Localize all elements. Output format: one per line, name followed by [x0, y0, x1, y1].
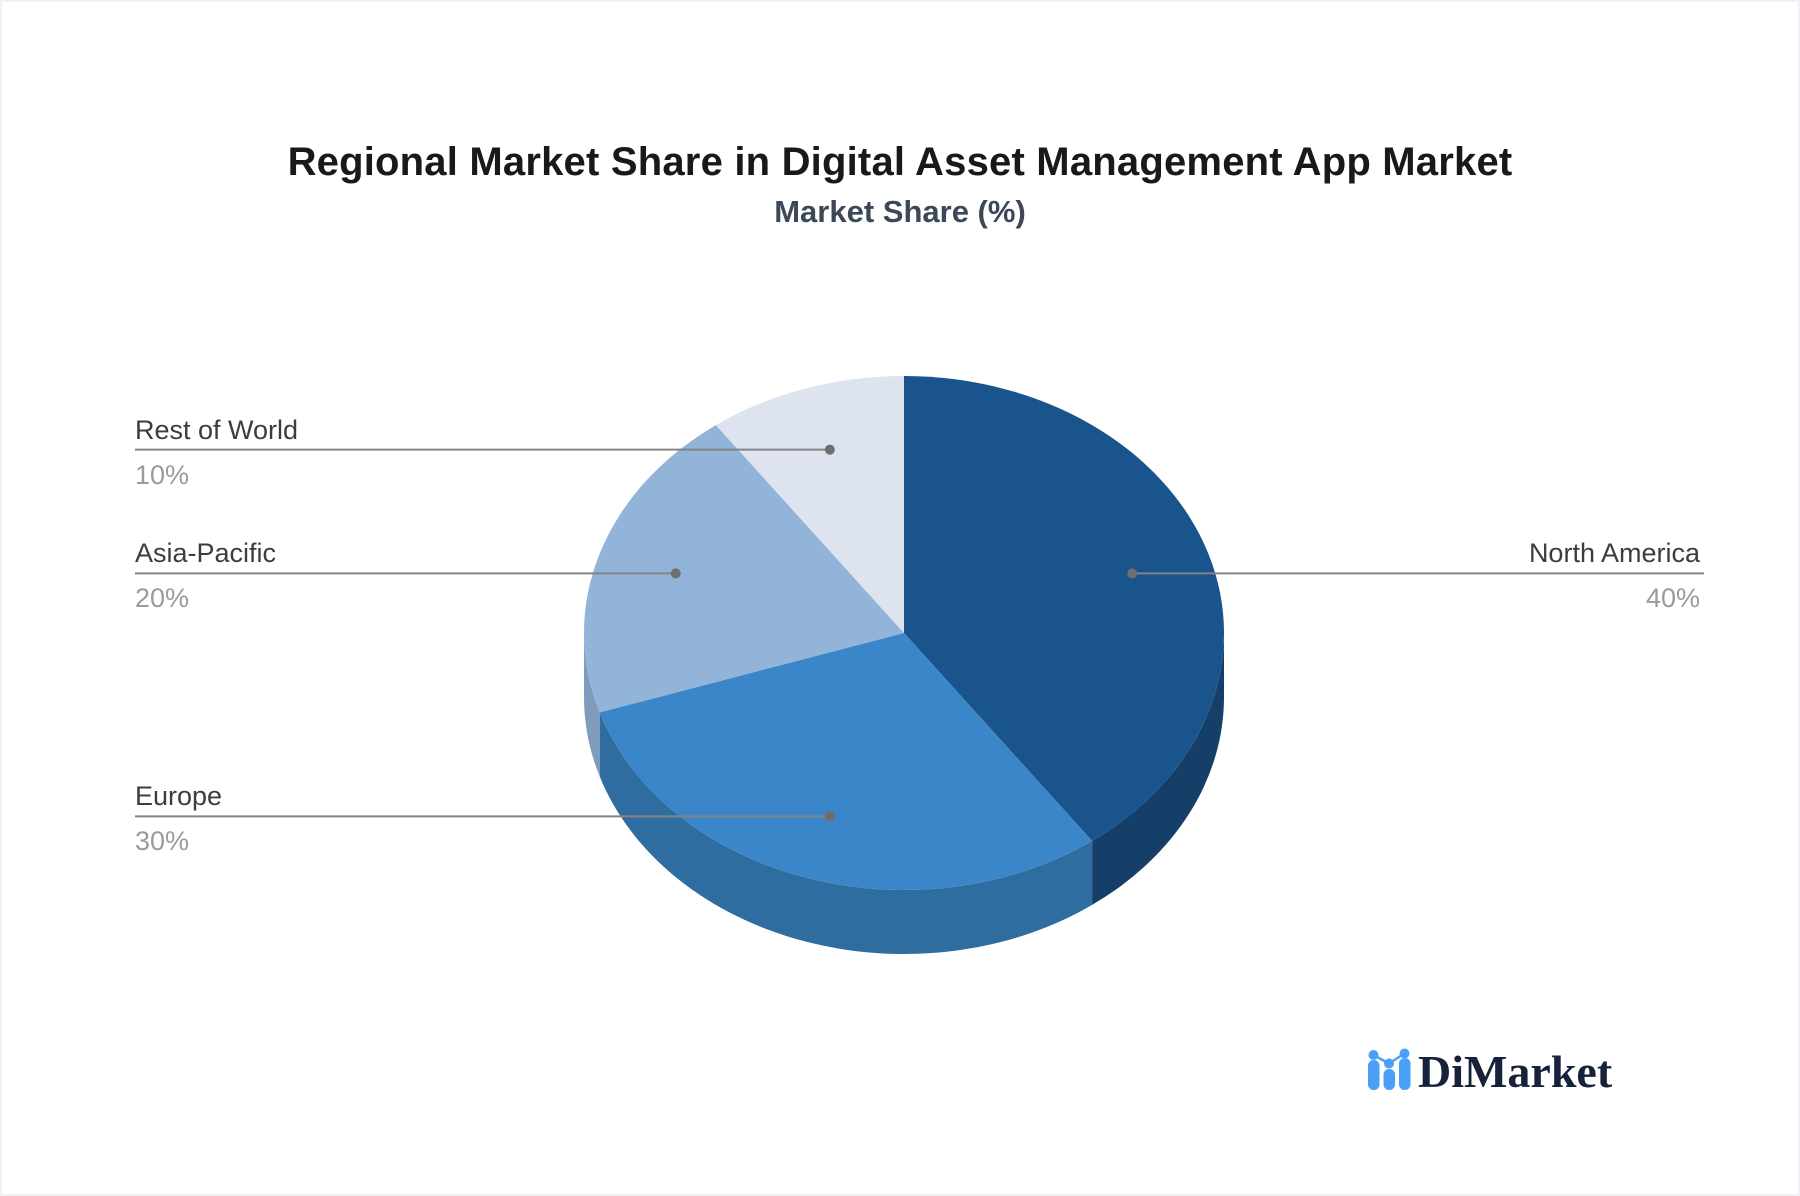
- logo-wordmark: DiMarket: [1418, 1046, 1613, 1097]
- chart-canvas: Regional Market Share in Digital Asset M…: [0, 0, 1800, 1196]
- slice-value-europe: 30%: [135, 826, 190, 857]
- slice-value-asia-pacific: 20%: [135, 583, 190, 614]
- logo: DiMarket: [1362, 1046, 1662, 1106]
- bar-line-chart-icon: [1368, 1048, 1411, 1090]
- slice-label-europe: Europe: [135, 781, 223, 812]
- slice-label-rest-of-world: Rest of World: [135, 414, 299, 445]
- slice-value-north-america: 40%: [1645, 583, 1700, 614]
- slice-value-rest-of-world: 10%: [135, 459, 190, 490]
- pie-chart: [135, 376, 1704, 955]
- slice-label-north-america: North America: [1528, 538, 1700, 569]
- slice-label-asia-pacific: Asia-Pacific: [135, 538, 277, 569]
